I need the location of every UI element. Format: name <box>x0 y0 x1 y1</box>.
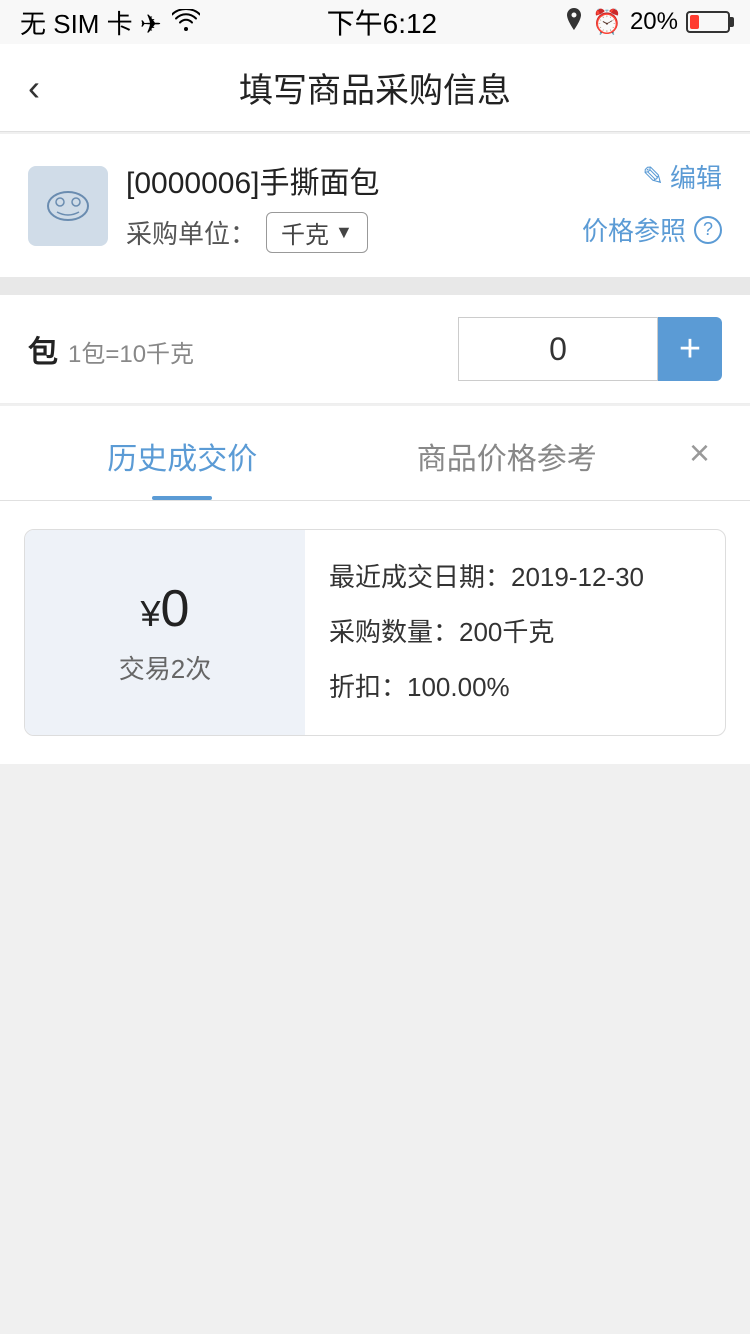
battery-fill <box>690 15 699 29</box>
product-info: [0000006]手撕面包 采购单位： 千克 ▼ <box>126 158 379 253</box>
quantity-label: 包 1包=10千克 <box>28 327 194 371</box>
tabs-row: 历史成交价 商品价格参考 × <box>0 406 750 501</box>
yuan-symbol: ¥ <box>141 593 161 634</box>
page-container: 无 SIM 卡 ✈ 下午6:12 ⏰ 20% ‹ 填写商品 <box>0 0 750 1334</box>
purchase-qty-value: 200千克 <box>459 617 554 647</box>
product-header: [0000006]手撕面包 采购单位： 千克 ▼ ✎ 编辑 价格 <box>28 158 722 253</box>
price-ref-button[interactable]: 价格参照 ? <box>582 211 722 248</box>
signal-text: 无 SIM 卡 ✈ <box>20 4 162 41</box>
product-right: ✎ 编辑 价格参照 ? <box>582 158 722 248</box>
recent-date-row: 最近成交日期：2019-12-30 <box>329 558 701 597</box>
battery-percent: 20% <box>630 8 678 36</box>
discount-row: 折扣：100.00% <box>329 668 701 707</box>
back-button[interactable]: ‹ <box>28 67 40 109</box>
transaction-price: ¥0 <box>141 579 190 639</box>
purchase-qty-row: 采购数量：200千克 <box>329 613 701 652</box>
location-icon <box>564 8 584 37</box>
price-value: 0 <box>161 580 190 638</box>
bottom-panel: 历史成交价 商品价格参考 × ¥0 交易2次 最近成交日期：2019-12-30 <box>0 406 750 764</box>
quantity-row: 包 1包=10千克 + <box>0 295 750 404</box>
transaction-count: 交易2次 <box>119 649 211 686</box>
battery-icon <box>686 11 730 33</box>
status-right: ⏰ 20% <box>564 8 730 37</box>
qty-controls: + <box>458 317 722 381</box>
qty-plus-button[interactable]: + <box>658 317 722 381</box>
purchase-qty-label: 采购数量： <box>329 617 459 647</box>
discount-label: 折扣： <box>329 672 407 702</box>
recent-date-value: 2019-12-30 <box>511 562 644 592</box>
recent-date-label: 最近成交日期： <box>329 562 511 592</box>
product-card: [0000006]手撕面包 采购单位： 千克 ▼ ✎ 编辑 价格 <box>0 134 750 277</box>
unit-badge[interactable]: 千克 ▼ <box>266 212 368 253</box>
edit-label: 编辑 <box>670 158 722 195</box>
edit-icon: ✎ <box>642 161 664 192</box>
price-ref-icon: ? <box>694 216 722 244</box>
product-left: [0000006]手撕面包 采购单位： 千克 ▼ <box>28 158 379 253</box>
unit-value: 千克 <box>281 215 329 250</box>
qty-hint: 1包=10千克 <box>68 334 194 369</box>
unit-label: 采购单位： <box>126 214 256 251</box>
tab-history-price[interactable]: 历史成交价 <box>20 406 344 500</box>
transaction-right: 最近成交日期：2019-12-30 采购数量：200千克 折扣：100.00% <box>305 530 725 735</box>
status-time: 下午6:12 <box>327 2 438 42</box>
wifi-icon <box>172 7 200 38</box>
history-content: ¥0 交易2次 最近成交日期：2019-12-30 采购数量：200千克 折扣：… <box>0 501 750 764</box>
status-bar: 无 SIM 卡 ✈ 下午6:12 ⏰ 20% <box>0 0 750 44</box>
dropdown-icon: ▼ <box>335 222 353 243</box>
quantity-input[interactable] <box>458 317 658 381</box>
page-title: 填写商品采购信息 <box>239 63 511 112</box>
discount-value: 100.00% <box>407 672 510 702</box>
product-unit-row: 采购单位： 千克 ▼ <box>126 212 379 253</box>
tab-product-price-ref[interactable]: 商品价格参考 <box>344 406 668 500</box>
alarm-icon: ⏰ <box>592 8 622 37</box>
transaction-card: ¥0 交易2次 最近成交日期：2019-12-30 采购数量：200千克 折扣：… <box>24 529 726 736</box>
section-divider <box>0 277 750 295</box>
price-ref-label: 价格参照 <box>582 211 686 248</box>
nav-bar: ‹ 填写商品采购信息 <box>0 44 750 132</box>
product-name: [0000006]手撕面包 <box>126 158 379 202</box>
transaction-left: ¥0 交易2次 <box>25 530 305 735</box>
status-left: 无 SIM 卡 ✈ <box>20 4 200 41</box>
edit-button[interactable]: ✎ 编辑 <box>642 158 722 195</box>
qty-unit: 包 <box>28 327 58 371</box>
product-logo <box>28 166 108 246</box>
tab-close-button[interactable]: × <box>669 412 730 494</box>
